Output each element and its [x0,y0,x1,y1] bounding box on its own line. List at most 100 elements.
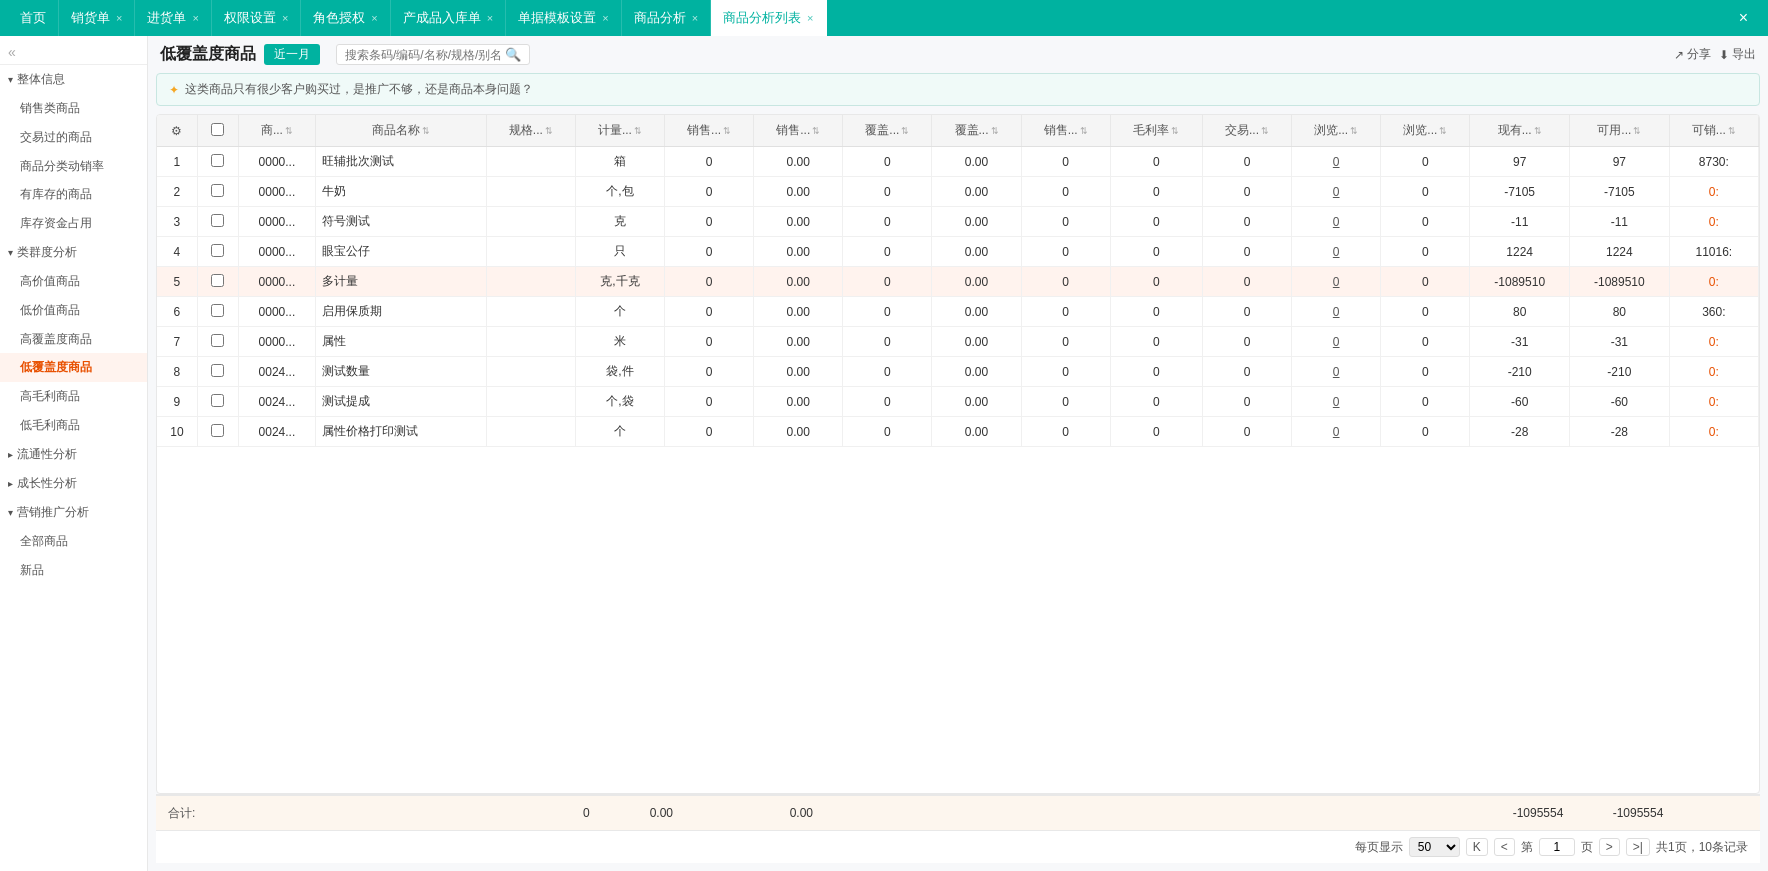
export-button[interactable]: ⬇ 导出 [1719,46,1756,63]
sidebar-item-low-value[interactable]: 低价值商品 [0,296,147,325]
page-size-select[interactable]: 50 100 200 [1409,837,1460,857]
col-sellable[interactable]: 可销...⇅ [1669,115,1758,147]
col-available[interactable]: 可用...⇅ [1570,115,1670,147]
sidebar-item-high-coverage[interactable]: 高覆盖度商品 [0,325,147,354]
share-button[interactable]: ↗ 分享 [1674,46,1711,63]
select-all-checkbox[interactable] [211,123,224,136]
close-icon[interactable]: × [807,12,813,24]
sidebar-collapse-button[interactable]: « [8,44,16,60]
prev-page-button[interactable]: < [1494,838,1515,856]
row-select-checkbox[interactable] [211,304,224,317]
row-select-checkbox[interactable] [211,334,224,347]
nav-product-analysis[interactable]: 商品分析 × [622,0,711,36]
col-checkbox[interactable] [197,115,238,147]
row-browse1[interactable]: 0 [1292,177,1381,207]
nav-template-settings[interactable]: 单据模板设置 × [506,0,621,36]
row-browse1[interactable]: 0 [1292,327,1381,357]
sidebar-item-all-goods[interactable]: 全部商品 [0,527,147,556]
row-checkbox[interactable] [197,327,238,357]
nav-finished-goods[interactable]: 产成品入库单 × [391,0,506,36]
share-icon: ↗ [1674,48,1684,62]
next-page-button[interactable]: > [1599,838,1620,856]
row-gross-rate: 0 [1110,147,1202,177]
search-box[interactable]: 🔍 [336,44,530,65]
sidebar-item-high-value[interactable]: 高价值商品 [0,267,147,296]
row-checkbox[interactable] [197,297,238,327]
close-icon[interactable]: × [371,12,377,24]
col-cover1[interactable]: 覆盖...⇅ [843,115,932,147]
row-checkbox[interactable] [197,237,238,267]
sidebar-item-new-goods[interactable]: 新品 [0,556,147,585]
period-button[interactable]: 近一月 [264,44,320,65]
close-icon[interactable]: × [282,12,288,24]
col-current[interactable]: 现有...⇅ [1470,115,1570,147]
row-browse1[interactable]: 0 [1292,297,1381,327]
sidebar-item-traded-goods[interactable]: 交易过的商品 [0,123,147,152]
row-checkbox[interactable] [197,147,238,177]
close-icon[interactable]: × [192,12,198,24]
row-browse1[interactable]: 0 [1292,387,1381,417]
row-browse1[interactable]: 0 [1292,207,1381,237]
sidebar-section-overall[interactable]: ▾ 整体信息 [0,65,147,94]
window-close-button[interactable]: × [1727,9,1760,27]
row-browse1[interactable]: 0 [1292,147,1381,177]
col-sales-qty[interactable]: 销售...⇅ [665,115,754,147]
sidebar-item-inventory-goods[interactable]: 有库存的商品 [0,180,147,209]
search-input[interactable] [345,48,505,62]
col-unit[interactable]: 计量...⇅ [575,115,664,147]
close-icon[interactable]: × [487,12,493,24]
col-sales-other[interactable]: 销售...⇅ [1021,115,1110,147]
first-page-button[interactable]: K [1466,838,1488,856]
sidebar-section-cluster[interactable]: ▾ 类群度分析 [0,238,147,267]
row-browse1[interactable]: 0 [1292,237,1381,267]
row-browse1[interactable]: 0 [1292,357,1381,387]
sidebar-item-low-coverage[interactable]: 低覆盖度商品 [0,353,147,382]
row-checkbox[interactable] [197,387,238,417]
col-spec[interactable]: 规格...⇅ [486,115,575,147]
row-select-checkbox[interactable] [211,424,224,437]
col-name[interactable]: 商品名称⇅ [316,115,486,147]
sidebar-item-high-margin[interactable]: 高毛利商品 [0,382,147,411]
sidebar-section-liquidity[interactable]: ▸ 流通性分析 [0,440,147,469]
nav-home[interactable]: 首页 [8,0,59,36]
nav-permissions[interactable]: 权限设置 × [212,0,301,36]
col-trade[interactable]: 交易...⇅ [1202,115,1291,147]
row-select-checkbox[interactable] [211,214,224,227]
search-icon[interactable]: 🔍 [505,47,521,62]
row-checkbox[interactable] [197,267,238,297]
row-select-checkbox[interactable] [211,394,224,407]
nav-purchase-order[interactable]: 进货单 × [135,0,211,36]
col-settings[interactable]: ⚙ [157,115,197,147]
page-input[interactable] [1539,838,1575,856]
col-sales-amt[interactable]: 销售...⇅ [754,115,843,147]
sidebar-item-category-rate[interactable]: 商品分类动销率 [0,152,147,181]
col-cover2[interactable]: 覆盖...⇅ [932,115,1021,147]
row-checkbox[interactable] [197,357,238,387]
row-select-checkbox[interactable] [211,244,224,257]
col-browse1[interactable]: 浏览...⇅ [1292,115,1381,147]
close-icon[interactable]: × [116,12,122,24]
row-checkbox[interactable] [197,417,238,447]
close-icon[interactable]: × [602,12,608,24]
row-checkbox[interactable] [197,207,238,237]
row-select-checkbox[interactable] [211,184,224,197]
row-browse1[interactable]: 0 [1292,267,1381,297]
col-code[interactable]: 商...⇅ [238,115,316,147]
sidebar-item-sales-goods[interactable]: 销售类商品 [0,94,147,123]
row-select-checkbox[interactable] [211,154,224,167]
row-checkbox[interactable] [197,177,238,207]
sidebar-section-marketing[interactable]: ▾ 营销推广分析 [0,498,147,527]
row-select-checkbox[interactable] [211,274,224,287]
nav-roles[interactable]: 角色授权 × [301,0,390,36]
sidebar-item-inventory-capital[interactable]: 库存资金占用 [0,209,147,238]
nav-sales-order[interactable]: 销货单 × [59,0,135,36]
sidebar-section-growth[interactable]: ▸ 成长性分析 [0,469,147,498]
nav-product-analysis-list[interactable]: 商品分析列表 × [711,0,826,36]
col-gross-rate[interactable]: 毛利率⇅ [1110,115,1202,147]
row-select-checkbox[interactable] [211,364,224,377]
last-page-button[interactable]: >| [1626,838,1650,856]
col-browse2[interactable]: 浏览...⇅ [1381,115,1470,147]
close-icon[interactable]: × [692,12,698,24]
row-browse1[interactable]: 0 [1292,417,1381,447]
sidebar-item-low-margin[interactable]: 低毛利商品 [0,411,147,440]
